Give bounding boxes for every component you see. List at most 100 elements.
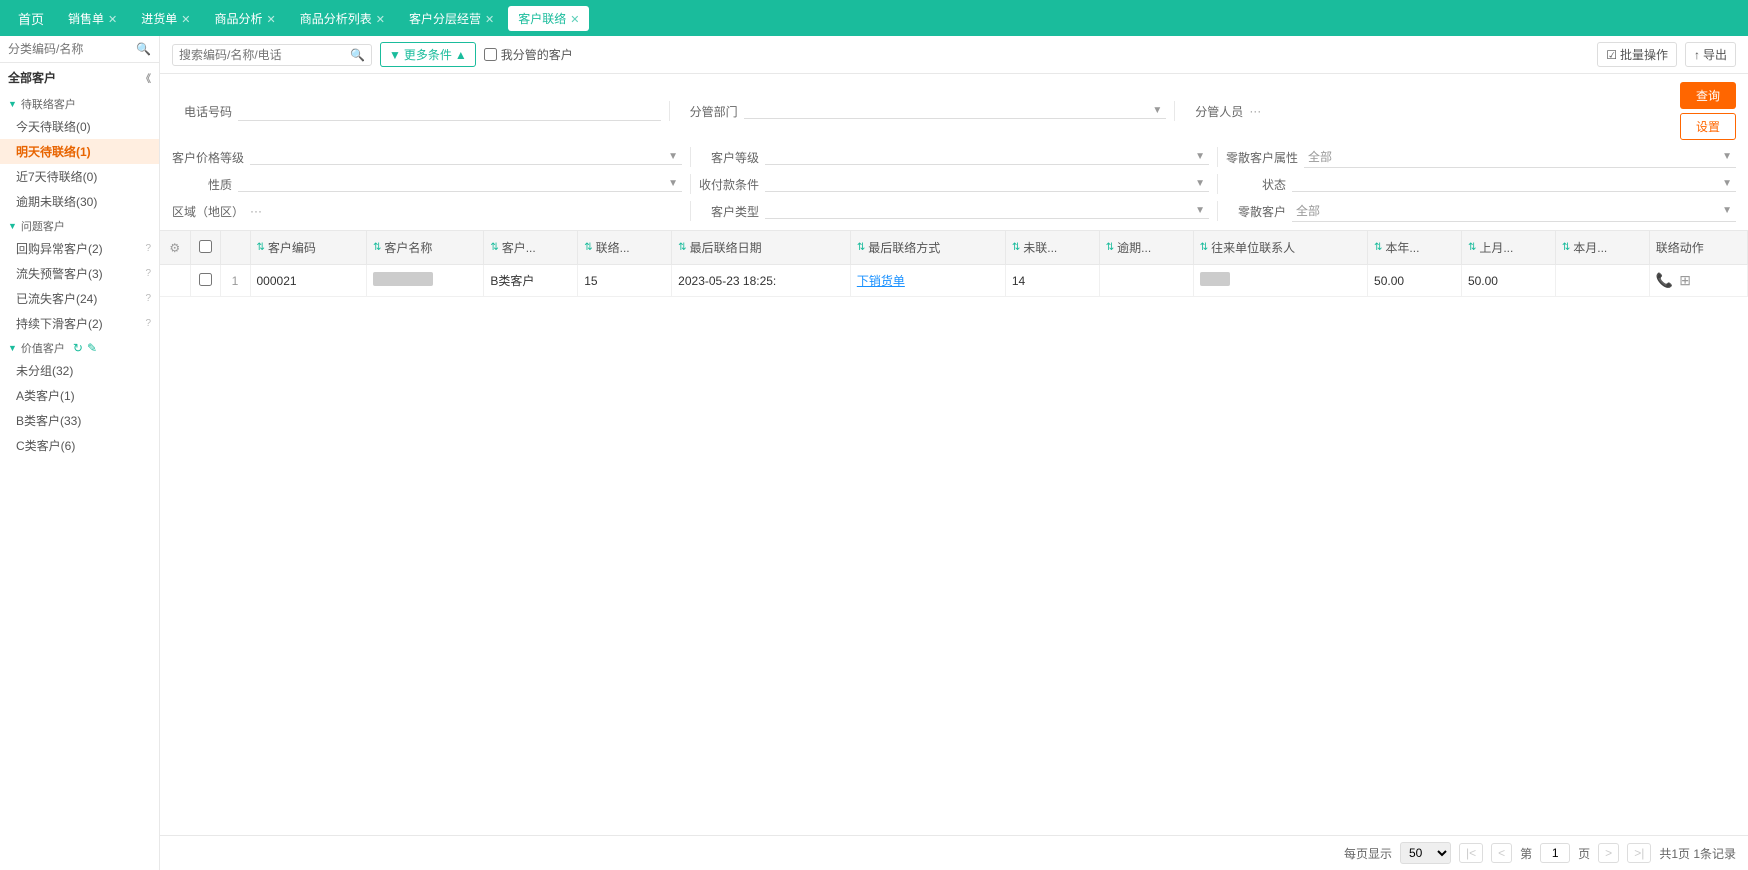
close-product-analysis-icon[interactable]: ✕ [267,14,276,26]
nav-customer-contact[interactable]: 客户联络✕ [508,6,589,31]
sidebar-item-repurchase-abnormal[interactable]: 回购异常客户(2)? [0,236,159,261]
row-checkbox[interactable] [199,273,212,286]
filter-region-dots[interactable]: ··· [250,204,262,218]
col-header-code[interactable]: ⇅客户编码 [250,231,366,265]
filter-manager-dots[interactable]: ··· [1249,104,1261,118]
sidebar-item-today[interactable]: 今天待联络(0) [0,114,159,139]
main-search-icon[interactable]: 🔍 [350,48,365,62]
filter-status-arrow: ▼ [1722,178,1732,189]
filter-status-select[interactable]: ▼ [1292,176,1736,192]
close-product-analysis-list-icon[interactable]: ✕ [376,14,385,26]
filter-divider-4 [1217,147,1218,167]
filter-customer-grade: 客户等级 ▼ [699,149,1209,166]
filter-phone-input[interactable] [238,102,661,121]
col-header-last-date[interactable]: ⇅最后联络日期 [672,231,851,265]
call-icon[interactable]: 📞 [1656,272,1673,289]
group-pending-contact[interactable]: 待联络客户 [0,92,159,114]
sort-icon-contact-count: ⇅ [584,242,592,253]
sidebar-item-7days[interactable]: 近7天待联络(0) [0,164,159,189]
nav-home[interactable]: 首页 [8,5,54,32]
sort-icon-code: ⇅ [257,242,265,253]
sidebar-search-icon[interactable]: 🔍 [136,42,151,56]
help-icon-3: ? [145,293,151,304]
row-last-month: 50.00 [1461,265,1555,297]
col-header-this-month[interactable]: ⇅本月... [1555,231,1649,265]
all-customers-header[interactable]: 全部客户 《 [0,63,159,92]
row-last-method-link[interactable]: 下销货单 [857,274,905,288]
filter-customer-type-select[interactable]: ▼ [765,203,1209,219]
nav-customer-tier[interactable]: 客户分层经营✕ [399,6,504,31]
row-checkbox-cell[interactable] [190,265,220,297]
filter-nature-select[interactable]: ▼ [238,176,682,192]
sidebar-search-input[interactable] [8,42,136,56]
close-customer-contact-icon[interactable]: ✕ [570,14,579,26]
my-customers-checkbox[interactable] [484,48,497,61]
main-layout: 🔍 全部客户 《 待联络客户 今天待联络(0) 明天待联络(1) 近7天待联络(… [0,36,1748,870]
last-page-btn[interactable]: >| [1627,843,1651,863]
close-sales-icon[interactable]: ✕ [108,14,117,26]
main-search-input[interactable] [179,48,350,62]
sidebar-item-churn-warning[interactable]: 流失预警客户(3)? [0,261,159,286]
col-header-category[interactable]: ⇅客户... [484,231,578,265]
col-header-uncontact[interactable]: ⇅未联... [1005,231,1099,265]
prev-page-btn[interactable]: < [1491,843,1512,863]
col-header-unit-contact[interactable]: ⇅往来单位联系人 [1193,231,1367,265]
sidebar-item-declining[interactable]: 持续下滑客户(2)? [0,311,159,336]
sidebar-item-class-b[interactable]: B类客户(33) [0,408,159,433]
nav-product-analysis-list[interactable]: 商品分析列表✕ [290,6,395,31]
edit-icon[interactable]: ✎ [87,341,97,355]
filter-collapse-icon: ▲ [455,48,467,62]
sidebar-item-class-c[interactable]: C类客户(6) [0,433,159,458]
per-page-select[interactable]: 50 100 200 [1400,842,1451,864]
row-name[interactable] [366,265,483,297]
filter-price-grade-select[interactable]: ▼ [250,149,682,165]
my-customers-checkbox-wrap[interactable]: 我分管的客户 [484,46,573,63]
row-name-blurred [373,272,433,286]
first-page-btn[interactable]: |< [1459,843,1483,863]
filter-customer-type: 客户类型 ▼ [699,203,1209,220]
filter-payment-select[interactable]: ▼ [765,176,1209,192]
close-purchase-icon[interactable]: ✕ [181,14,190,26]
sidebar-item-tomorrow[interactable]: 明天待联络(1) [0,139,159,164]
col-header-last-month[interactable]: ⇅上月... [1461,231,1555,265]
gear-col-header[interactable]: ⚙ [160,231,190,265]
next-page-btn[interactable]: > [1598,843,1619,863]
col-header-overdue[interactable]: ⇅逾期... [1099,231,1193,265]
page-input[interactable] [1540,843,1570,863]
sidebar-item-class-a[interactable]: A类客户(1) [0,383,159,408]
set-btn[interactable]: 设置 [1680,113,1736,140]
group-value-customers[interactable]: 价值客户 ↻ ✎ [0,336,159,358]
col-header-last-method[interactable]: ⇅最后联络方式 [850,231,1005,265]
col-header-name[interactable]: ⇅客户名称 [366,231,483,265]
checkbox-col-header[interactable] [190,231,220,265]
sort-icon-name: ⇅ [373,242,381,253]
filter-phone: 电话号码 [172,102,661,121]
bulk-action-btn[interactable]: ☑ 批量操作 [1597,42,1677,67]
sidebar-item-ungrouped[interactable]: 未分组(32) [0,358,159,383]
group-problem-customers[interactable]: 问题客户 [0,214,159,236]
filter-retail-customer-select[interactable]: 全部 ▼ [1292,200,1736,222]
filter-customer-grade-label: 客户等级 [699,149,759,166]
grid-icon[interactable]: ⊞ [1679,272,1691,289]
nav-purchase[interactable]: 进货单✕ [131,6,200,31]
filter-customer-grade-select[interactable]: ▼ [765,149,1209,165]
sidebar-item-churned[interactable]: 已流失客户(24)? [0,286,159,311]
filter-phone-label: 电话号码 [172,103,232,120]
more-filter-btn[interactable]: ▼ 更多条件 ▲ [380,42,476,67]
close-customer-tier-icon[interactable]: ✕ [485,14,494,26]
filter-row-2: 客户价格等级 ▼ 客户等级 ▼ 零散客户属性 [172,146,1736,168]
refresh-icon[interactable]: ↻ [73,341,83,355]
filter-retail-attr-select[interactable]: 全部 ▼ [1304,146,1736,168]
sort-icon-overdue: ⇅ [1106,242,1114,253]
filter-dept-select[interactable]: ▼ [744,103,1167,119]
nav-sales[interactable]: 销售单✕ [58,6,127,31]
col-header-contact-count[interactable]: ⇅联络... [578,231,672,265]
col-header-this-year[interactable]: ⇅本年... [1368,231,1462,265]
export-btn[interactable]: ↑ 导出 [1685,42,1736,67]
my-customers-label: 我分管的客户 [501,46,573,63]
select-all-checkbox[interactable] [199,240,212,253]
sidebar-item-overdue[interactable]: 逾期未联络(30) [0,189,159,214]
query-btn[interactable]: 查询 [1680,82,1736,109]
row-last-method[interactable]: 下销货单 [850,265,1005,297]
nav-product-analysis[interactable]: 商品分析✕ [204,6,285,31]
